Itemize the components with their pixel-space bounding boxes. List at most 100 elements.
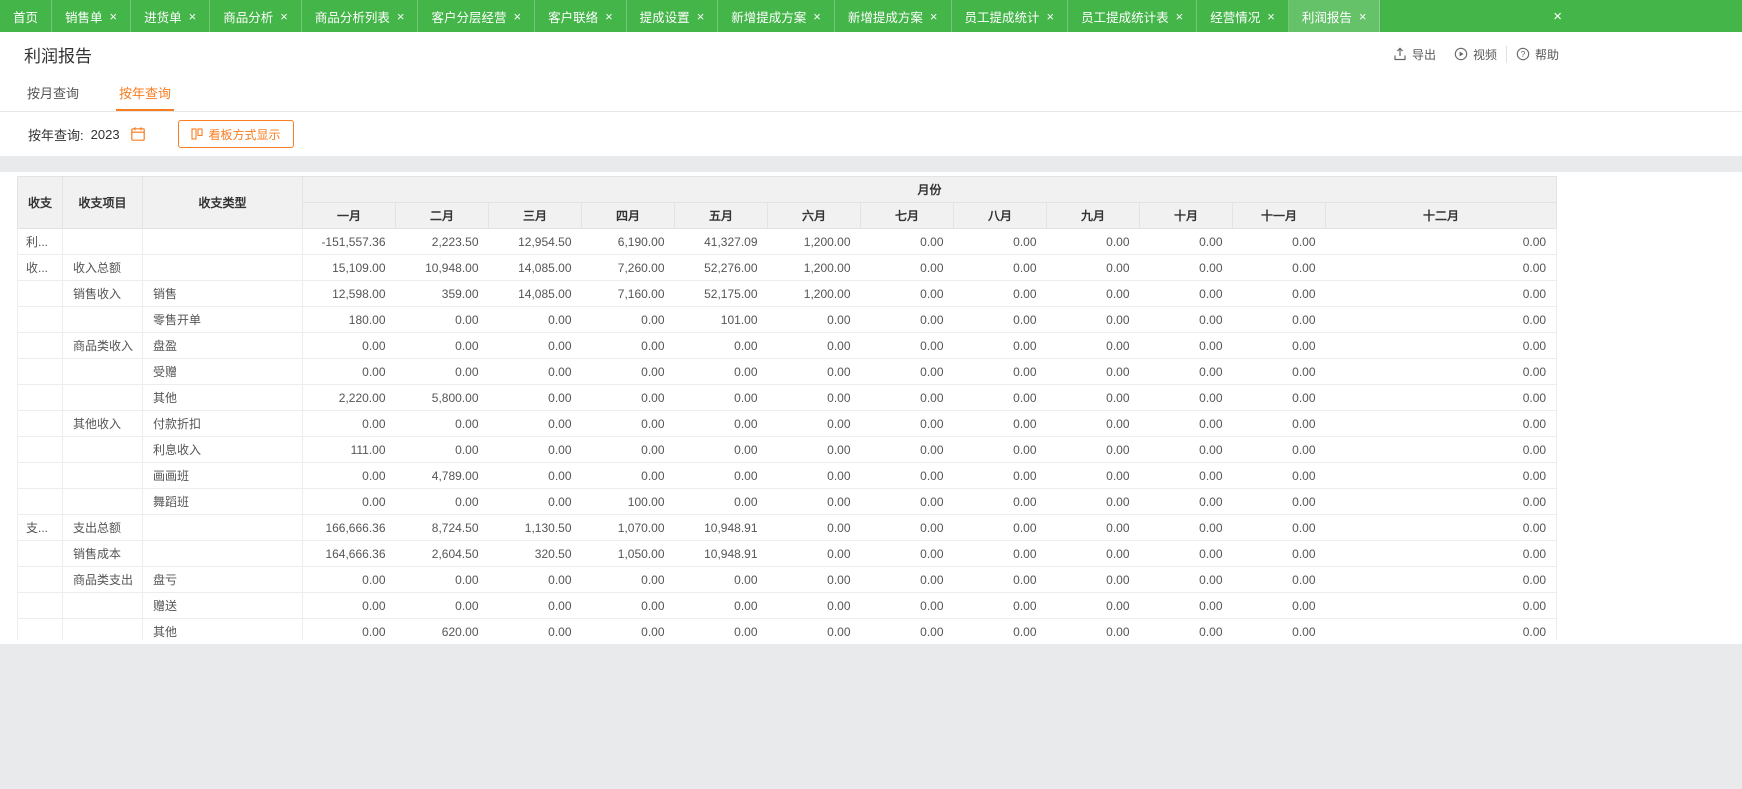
svg-text:?: ? xyxy=(1521,49,1526,59)
item-cell xyxy=(62,358,143,385)
nav-tab-list: 首页 销售单 × 进货单 × 商品分析 × 商品分析列表 × 客户分层经营 × 客户联络 × 提成设置 × 新… xyxy=(0,0,1381,32)
nav-tab[interactable]: 员工提成统计 × xyxy=(952,0,1069,32)
value-cell: 0.00 xyxy=(1139,332,1233,359)
nav-tab[interactable]: 首页 xyxy=(0,0,53,32)
nav-tab[interactable]: 新增提成方案 × xyxy=(835,0,952,32)
video-button[interactable]: 视频 xyxy=(1445,46,1506,63)
value-cell: 0.00 xyxy=(767,514,861,541)
value-cell: 0.00 xyxy=(1232,436,1326,463)
value-cell: 0.00 xyxy=(1046,566,1140,593)
item-cell xyxy=(62,618,143,640)
value-cell: 620.00 xyxy=(395,618,489,640)
nav-tab[interactable]: 客户联络 × xyxy=(535,0,627,32)
value-cell: 0.00 xyxy=(1046,618,1140,640)
tab-close-icon[interactable]: × xyxy=(397,10,405,23)
board-view-button[interactable]: 看板方式显示 xyxy=(177,120,294,148)
tab-close-icon[interactable]: × xyxy=(813,10,821,23)
nav-tab-label: 员工提成统计 xyxy=(964,10,1040,25)
tab-close-icon[interactable]: × xyxy=(110,10,118,23)
report-table-container[interactable]: 收支 收支项目 收支类型 月份 一月 二月 三月 四月 五月 六月 七月 八月 九月 十月 十一月十… xyxy=(17,176,1725,640)
nav-tab[interactable]: 经营情况 × xyxy=(1197,0,1289,32)
value-cell: 0.00 xyxy=(1139,618,1233,640)
value-cell: 0.00 xyxy=(1046,384,1140,411)
value-cell: 0.00 xyxy=(1232,228,1326,255)
nav-tab[interactable]: 新增提成方案 × xyxy=(718,0,835,32)
value-cell: 0.00 xyxy=(1232,358,1326,385)
nav-tab[interactable]: 进货单 × xyxy=(131,0,211,32)
tab-close-icon[interactable]: × xyxy=(513,10,521,23)
value-cell: 0.00 xyxy=(953,436,1047,463)
value-cell: 0.00 xyxy=(674,332,768,359)
calendar-icon[interactable] xyxy=(130,126,146,142)
value-cell: 0.00 xyxy=(1325,410,1558,437)
tab-close-icon[interactable]: × xyxy=(189,10,197,23)
item-cell xyxy=(62,462,143,489)
value-cell: 0.00 xyxy=(488,306,582,333)
value-cell: 0.00 xyxy=(767,306,861,333)
title-bar: 利润报告 导出 视频 ? 帮助 xyxy=(0,32,1742,76)
nav-tab[interactable]: 员工提成统计表 × xyxy=(1068,0,1198,32)
export-button[interactable]: 导出 xyxy=(1384,46,1445,63)
value-cell: 0.00 xyxy=(674,384,768,411)
tab-monthly-query[interactable]: 按月查询 xyxy=(24,78,82,111)
value-cell: 0.00 xyxy=(1325,228,1558,255)
nav-tab[interactable]: 提成设置 × xyxy=(627,0,719,32)
table-row: 其他 2,220.00 5,800.00 0.00 0.00 0.00 0.00 0.00 0.… xyxy=(17,384,1558,411)
value-cell: 0.00 xyxy=(395,488,489,515)
tab-close-icon[interactable]: × xyxy=(280,10,288,23)
value-cell: 0.00 xyxy=(1139,462,1233,489)
item-cell: 商品类支出 xyxy=(62,566,143,593)
value-cell: 0.00 xyxy=(395,566,489,593)
table-row: 支... 支出总额 166,666.36 8,724.50 1,130.50 1,070.… xyxy=(17,514,1558,541)
value-cell: 0.00 xyxy=(1046,592,1140,619)
value-cell: 0.00 xyxy=(674,462,768,489)
tab-close-icon[interactable]: × xyxy=(697,10,705,23)
tab-close-icon[interactable]: × xyxy=(1176,10,1184,23)
help-button[interactable]: ? 帮助 xyxy=(1505,45,1568,63)
value-cell: 0.00 xyxy=(953,540,1047,567)
tab-yearly-query[interactable]: 按年查询 xyxy=(116,78,175,111)
tab-close-icon[interactable]: × xyxy=(930,10,938,23)
income-expense-cell xyxy=(17,384,63,411)
nav-tab-label: 商品分析 xyxy=(223,10,274,25)
value-cell: 0.00 xyxy=(953,280,1047,307)
value-cell: 0.00 xyxy=(488,618,582,640)
value-cell: 0.00 xyxy=(767,618,861,640)
year-value[interactable]: 2023 xyxy=(91,127,120,142)
value-cell: 0.00 xyxy=(1046,410,1140,437)
value-cell: 2,604.50 xyxy=(395,540,489,567)
nav-tab-label: 利润报告 xyxy=(1301,10,1352,25)
value-cell: 1,200.00 xyxy=(767,254,861,281)
nav-tab[interactable]: 商品分析 × xyxy=(210,0,302,32)
value-cell: 0.00 xyxy=(1232,488,1326,515)
board-icon xyxy=(190,128,203,140)
value-cell: 0.00 xyxy=(767,488,861,515)
value-cell: 0.00 xyxy=(1325,462,1558,489)
value-cell: 0.00 xyxy=(1046,254,1140,281)
tab-close-icon[interactable]: × xyxy=(1267,10,1275,23)
value-cell: 0.00 xyxy=(581,592,675,619)
value-cell: 0.00 xyxy=(302,488,396,515)
month-column-header: 二月 xyxy=(395,202,489,229)
table-row: 利... -151,557.36 2,223.50 12,954.50 6,190.00… xyxy=(17,228,1558,255)
value-cell: 111.00 xyxy=(302,436,396,463)
type-cell: 其他 xyxy=(142,618,303,640)
tab-strip-close-icon[interactable]: × xyxy=(1553,0,1562,32)
value-cell: 0.00 xyxy=(1325,280,1558,307)
tab-close-icon[interactable]: × xyxy=(1047,10,1055,23)
tab-close-icon[interactable]: × xyxy=(605,10,613,23)
nav-tab[interactable]: 商品分析列表 × xyxy=(302,0,419,32)
value-cell: 0.00 xyxy=(1046,436,1140,463)
report-table-header: 收支 收支项目 收支类型 月份 一月 二月 三月 四月 五月 六月 七月 八月 九月 十月 十一月十… xyxy=(17,176,1558,229)
nav-tab[interactable]: 销售单 × xyxy=(52,0,132,32)
page-title: 利润报告 xyxy=(24,46,92,66)
tab-close-icon[interactable]: × xyxy=(1359,10,1367,23)
value-cell: 1,200.00 xyxy=(767,280,861,307)
value-cell: 0.00 xyxy=(953,410,1047,437)
nav-tab[interactable]: 客户分层经营 × xyxy=(418,0,536,32)
report-table-body: 利... -151,557.36 2,223.50 12,954.50 6,190.00… xyxy=(17,228,1558,640)
nav-tab-label: 首页 xyxy=(13,10,39,25)
value-cell: 0.00 xyxy=(767,436,861,463)
nav-tab[interactable]: 利润报告 × xyxy=(1288,0,1381,32)
value-cell: 0.00 xyxy=(1046,488,1140,515)
